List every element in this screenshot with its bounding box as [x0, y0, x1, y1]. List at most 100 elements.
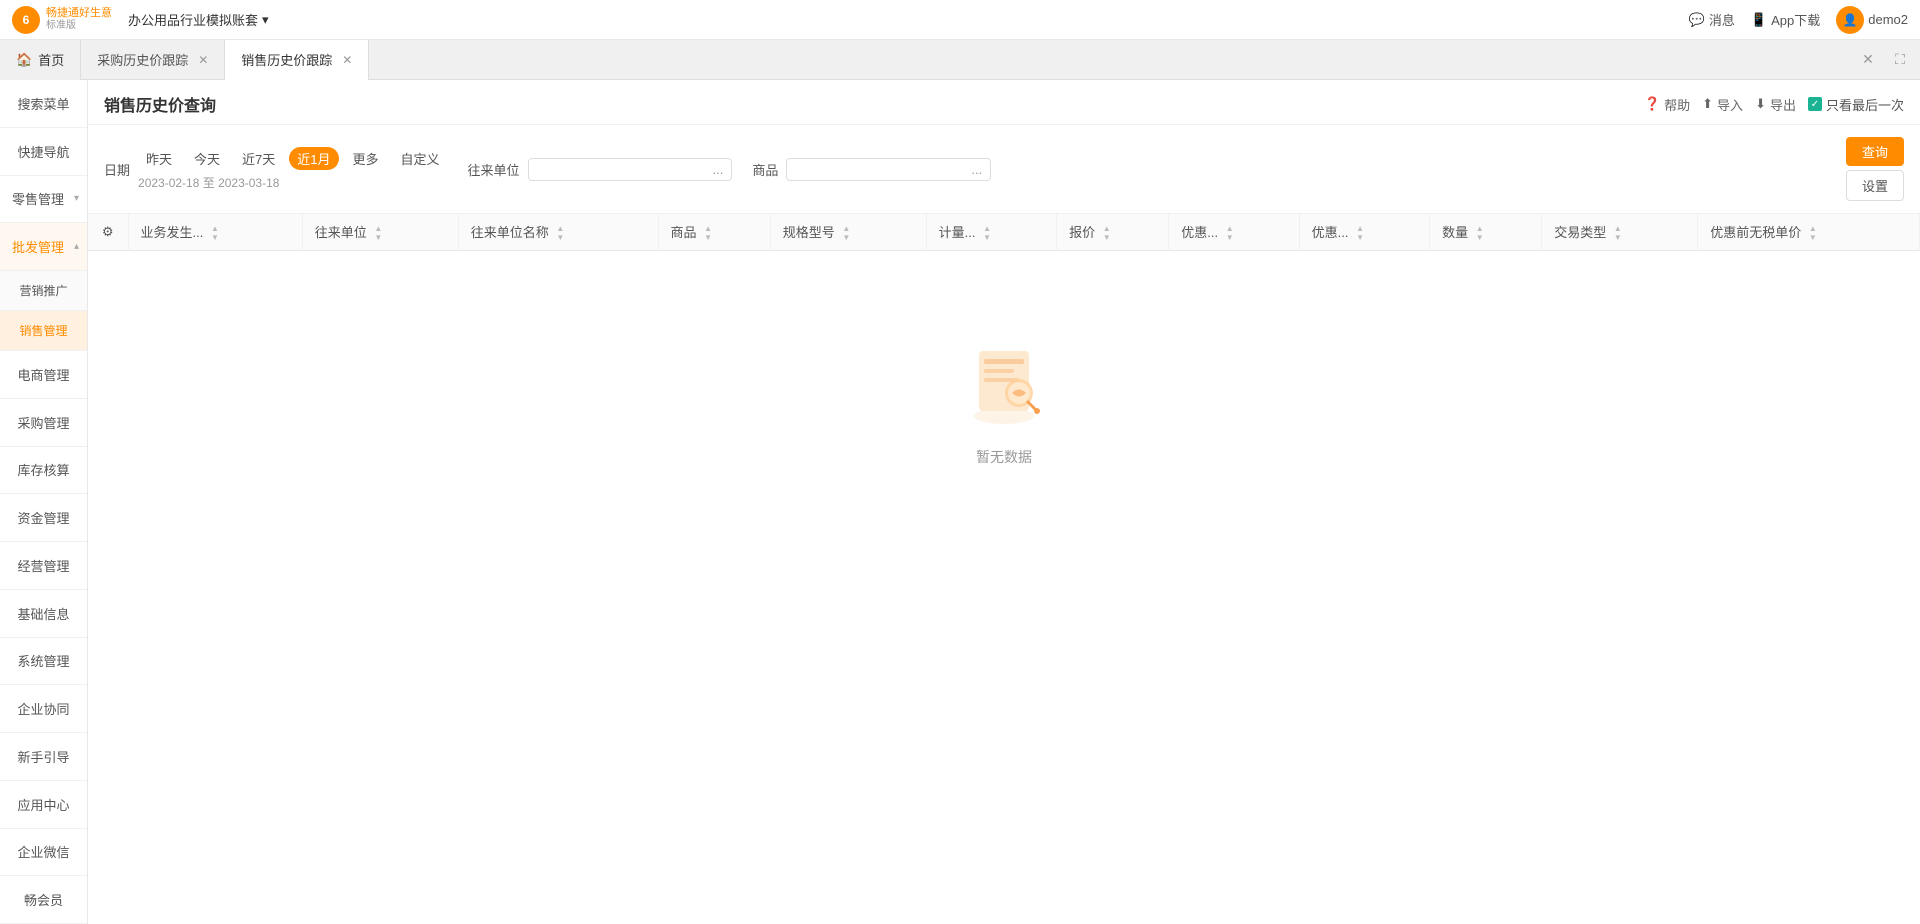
- sidebar: 搜索菜单 快捷导航 零售管理 ▾ 批发管理 ▴ 营销推广 销售管理 电商管理 采…: [0, 80, 88, 924]
- table-container: ⚙ 业务发生... ▲▼ 往来单位 ▲▼ 往来单位名称: [88, 214, 1920, 924]
- export-btn[interactable]: ⬇ 导出: [1755, 95, 1796, 114]
- sidebar-item-search[interactable]: 搜索菜单: [0, 80, 87, 128]
- sidebar-item-wholesale[interactable]: 批发管理 ▴: [0, 223, 87, 271]
- app-selector[interactable]: 办公用品行业模拟账套 ▾: [120, 6, 277, 33]
- filter-area: 日期 昨天 今天 近7天 近1月 更多 自定义 2023-02-18 至 202…: [88, 125, 1920, 214]
- sidebar-item-label: 零售管理: [12, 189, 64, 208]
- help-btn[interactable]: ❓ 帮助: [1644, 95, 1690, 114]
- partner-ellipsis[interactable]: ...: [713, 162, 724, 177]
- th-biz-date[interactable]: 业务发生... ▲▼: [128, 214, 302, 251]
- export-icon: ⬇: [1755, 96, 1766, 112]
- tab-close-all[interactable]: ✕: [1856, 48, 1880, 72]
- avatar: 👤: [1836, 6, 1864, 34]
- sidebar-item-label: 新手引导: [17, 747, 69, 766]
- sidebar-item-wxwork[interactable]: 企业微信: [0, 829, 87, 877]
- sidebar-sub-item-marketing[interactable]: 营销推广: [0, 271, 87, 311]
- sidebar-item-basic[interactable]: 基础信息: [0, 590, 87, 638]
- sidebar-item-operation[interactable]: 经营管理: [0, 542, 87, 590]
- date-opt-1month[interactable]: 近1月: [289, 147, 338, 170]
- tab-purchase-close[interactable]: ✕: [198, 53, 208, 67]
- help-icon: ❓: [1644, 96, 1660, 112]
- date-opt-more[interactable]: 更多: [345, 147, 387, 170]
- th-partner-name[interactable]: 往来单位名称 ▲▼: [458, 214, 658, 251]
- empty-state: 暂无数据: [88, 251, 1920, 547]
- product-filter-group: 商品 ...: [752, 158, 991, 181]
- th-qty[interactable]: 数量 ▲▼: [1430, 214, 1542, 251]
- date-range: 2023-02-18 至 2023-03-18: [138, 174, 448, 191]
- query-button[interactable]: 查询: [1846, 137, 1904, 166]
- main-layout: 搜索菜单 快捷导航 零售管理 ▾ 批发管理 ▴ 营销推广 销售管理 电商管理 采…: [0, 80, 1920, 924]
- sidebar-item-label: 快捷导航: [17, 142, 69, 161]
- product-ellipsis[interactable]: ...: [971, 162, 982, 177]
- sort-icons: ▲▼: [704, 225, 712, 242]
- import-btn[interactable]: ⬆ 导入: [1702, 95, 1743, 114]
- sort-icons: ▲▼: [1476, 225, 1484, 242]
- sidebar-item-finance[interactable]: 资金管理: [0, 494, 87, 542]
- tab-fullscreen[interactable]: ⛶: [1888, 48, 1912, 72]
- page-header-actions: ❓ 帮助 ⬆ 导入 ⬇ 导出 ✓ 只看最后一次: [1644, 95, 1904, 114]
- logo-text: 畅捷通好生意 标准版: [46, 7, 112, 32]
- tab-bar: 🏠 首页 采购历史价跟踪 ✕ 销售历史价跟踪 ✕ ✕ ⛶: [0, 40, 1920, 80]
- tab-controls: ✕ ⛶: [1856, 48, 1920, 72]
- sidebar-item-ecommerce[interactable]: 电商管理: [0, 351, 87, 399]
- partner-input[interactable]: [537, 162, 713, 177]
- tab-sales-close[interactable]: ✕: [342, 53, 352, 67]
- sidebar-item-inventory[interactable]: 库存核算: [0, 447, 87, 495]
- sidebar-sub-item-sales[interactable]: 销售管理: [0, 311, 87, 351]
- chevron-up-icon: ▴: [74, 241, 79, 252]
- user-menu[interactable]: 👤 demo2: [1836, 6, 1908, 34]
- date-opt-custom[interactable]: 自定义: [393, 147, 448, 170]
- th-trade-type[interactable]: 交易类型 ▲▼: [1542, 214, 1698, 251]
- date-opt-yesterday[interactable]: 昨天: [138, 147, 180, 170]
- checkbox-icon: ✓: [1808, 97, 1822, 111]
- product-input-wrap: ...: [786, 158, 991, 181]
- date-opt-7days[interactable]: 近7天: [234, 147, 283, 170]
- logo-icon: 6: [12, 6, 40, 34]
- chevron-down-icon: ▾: [74, 193, 79, 204]
- last-only-checkbox[interactable]: ✓ 只看最后一次: [1808, 95, 1904, 114]
- sort-icons: ▲▼: [1356, 225, 1364, 242]
- date-options: 昨天 今天 近7天 近1月 更多 自定义: [138, 147, 448, 170]
- home-icon: 🏠: [16, 52, 32, 68]
- content-area: 销售历史价查询 ❓ 帮助 ⬆ 导入 ⬇ 导出 ✓: [88, 80, 1920, 924]
- th-pre-tax-price[interactable]: 优惠前无税单价 ▲▼: [1698, 214, 1920, 251]
- sidebar-item-appcenter[interactable]: 应用中心: [0, 781, 87, 829]
- sidebar-item-label: 库存核算: [17, 460, 69, 479]
- sidebar-item-retail[interactable]: 零售管理 ▾: [0, 176, 87, 224]
- sidebar-item-guide[interactable]: 新手引导: [0, 733, 87, 781]
- filter-action-btns: 查询 设置: [1846, 137, 1904, 201]
- th-unit[interactable]: 计量... ▲▼: [926, 214, 1056, 251]
- sidebar-item-purchase[interactable]: 采购管理: [0, 399, 87, 447]
- tab-purchase[interactable]: 采购历史价跟踪 ✕: [81, 40, 225, 80]
- sidebar-sub-wholesale: 营销推广 销售管理: [0, 271, 87, 351]
- date-filter-group: 日期 昨天 今天 近7天 近1月 更多 自定义 2023-02-18 至 202…: [104, 147, 448, 191]
- tab-sales[interactable]: 销售历史价跟踪 ✕: [225, 40, 369, 80]
- th-spec[interactable]: 规格型号 ▲▼: [770, 214, 926, 251]
- table-header-row: ⚙ 业务发生... ▲▼ 往来单位 ▲▼ 往来单位名称: [88, 214, 1920, 251]
- settings-button[interactable]: 设置: [1846, 170, 1904, 201]
- th-discount2[interactable]: 优惠... ▲▼: [1299, 214, 1429, 251]
- sidebar-item-quick[interactable]: 快捷导航: [0, 128, 87, 176]
- sidebar-item-system[interactable]: 系统管理: [0, 638, 87, 686]
- sidebar-item-label: 畅会员: [24, 890, 63, 909]
- product-input[interactable]: [795, 162, 971, 177]
- th-quote[interactable]: 报价 ▲▼: [1057, 214, 1169, 251]
- sidebar-item-coop[interactable]: 企业协同: [0, 685, 87, 733]
- message-btn[interactable]: 💬 消息: [1689, 10, 1735, 29]
- th-settings[interactable]: ⚙: [88, 214, 128, 251]
- sort-icons: ▲▼: [1809, 225, 1817, 242]
- sidebar-item-label: 企业微信: [17, 842, 69, 861]
- date-opt-today[interactable]: 今天: [186, 147, 228, 170]
- sidebar-item-member[interactable]: 畅会员: [0, 876, 87, 924]
- download-btn[interactable]: 📱 App下载: [1751, 10, 1820, 29]
- sidebar-item-label: 搜索菜单: [17, 94, 69, 113]
- th-partner-code[interactable]: 往来单位 ▲▼: [302, 214, 458, 251]
- logo-area: 6 畅捷通好生意 标准版: [12, 6, 112, 34]
- sort-icons: ▲▼: [374, 225, 382, 242]
- th-product[interactable]: 商品 ▲▼: [658, 214, 770, 251]
- tab-home[interactable]: 🏠 首页: [0, 40, 81, 80]
- page-content: 销售历史价查询 ❓ 帮助 ⬆ 导入 ⬇ 导出 ✓: [88, 80, 1920, 924]
- settings-icon: ⚙: [102, 224, 114, 239]
- sidebar-item-label: 系统管理: [17, 651, 69, 670]
- th-discount1[interactable]: 优惠... ▲▼: [1169, 214, 1299, 251]
